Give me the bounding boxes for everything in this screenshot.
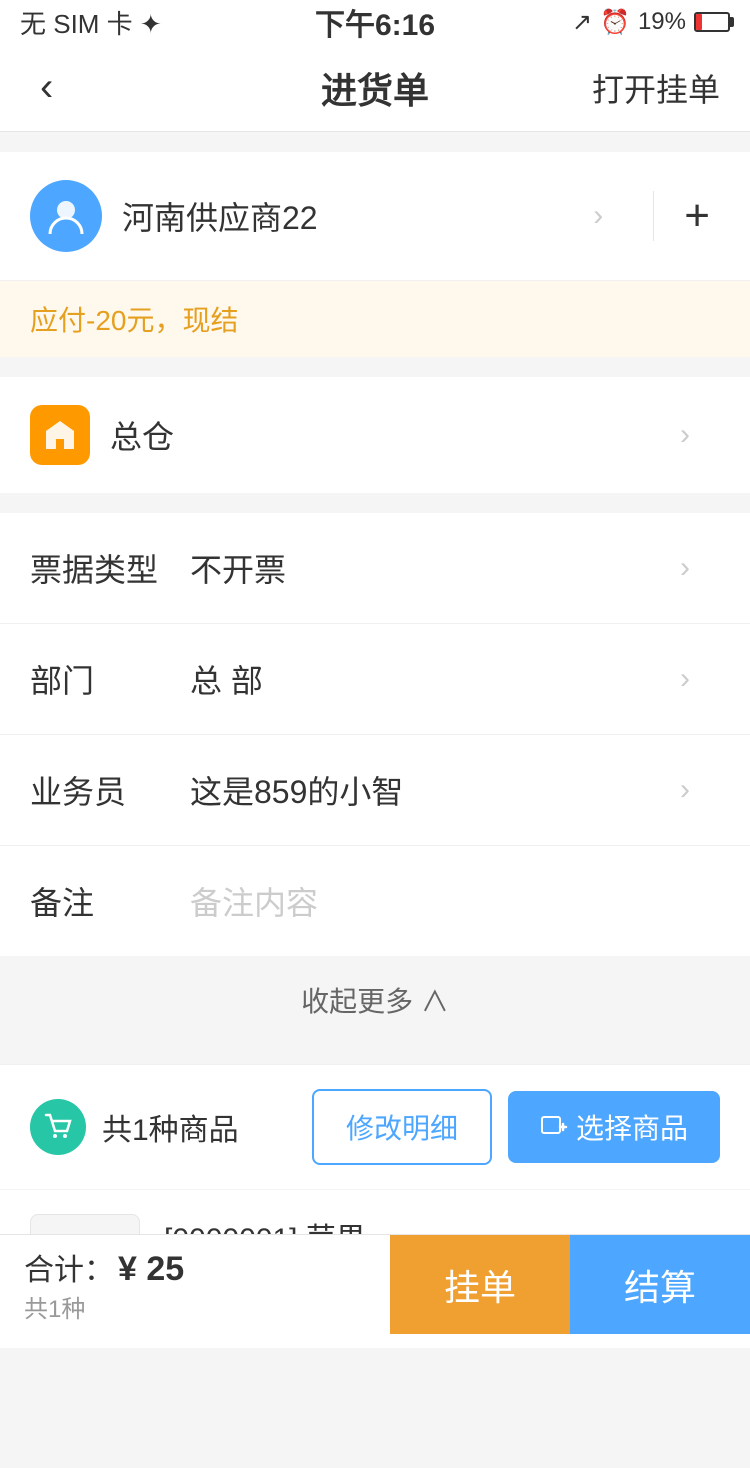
battery-text: 19% <box>638 8 686 36</box>
gap-3 <box>0 493 750 513</box>
form-section: 票据类型 不开票 › 部门 总 部 › 业务员 这是859的小智 › 备注 备注… <box>0 513 750 956</box>
warehouse-name: 总仓 <box>110 412 680 458</box>
page-title: 进货单 <box>321 62 429 114</box>
notice-bar: 应付-20元，现结 <box>0 281 750 357</box>
nav-bar: ‹ 进货单 打开挂单 <box>0 44 750 132</box>
open-hang-button[interactable]: 打开挂单 <box>592 65 720 111</box>
invoice-row[interactable]: 票据类型 不开票 › <box>0 513 750 624</box>
status-left: 无 SIM 卡 ✦ <box>20 4 162 41</box>
warehouse-icon <box>30 405 90 465</box>
supplier-row[interactable]: 河南供应商22 › + <box>0 152 750 281</box>
total-row: 合计： ¥ 25 <box>24 1245 366 1289</box>
hang-button[interactable]: 挂单 <box>390 1235 570 1334</box>
product-header: 共1种商品 修改明细 选择商品 <box>0 1064 750 1189</box>
total-value: ¥ 25 <box>118 1250 184 1289</box>
status-time: 下午6:16 <box>315 0 435 44</box>
remark-label: 备注 <box>30 878 170 924</box>
bottom-spacer <box>0 1348 750 1468</box>
invoice-chevron-icon: › <box>680 551 690 585</box>
staff-chevron-icon: › <box>680 773 690 807</box>
staff-row[interactable]: 业务员 这是859的小智 › <box>0 735 750 846</box>
select-product-button[interactable]: 选择商品 <box>508 1091 720 1163</box>
supplier-avatar <box>30 180 102 252</box>
dept-label: 部门 <box>30 656 170 702</box>
warehouse-row[interactable]: 总仓 › <box>0 377 750 493</box>
alarm-icon: ⏰ <box>600 8 630 37</box>
gap-2 <box>0 357 750 377</box>
remark-input[interactable]: 备注内容 <box>170 878 720 924</box>
dept-row[interactable]: 部门 总 部 › <box>0 624 750 735</box>
collapse-button[interactable]: 收起更多 ∧ <box>0 956 750 1044</box>
signal-text: 无 SIM 卡 ✦ <box>20 4 162 41</box>
total-label: 合计： <box>24 1245 114 1289</box>
staff-label: 业务员 <box>30 767 170 813</box>
battery-icon <box>694 12 730 32</box>
product-count-label: 共1种商品 <box>102 1105 312 1149</box>
remark-row[interactable]: 备注 备注内容 <box>0 846 750 956</box>
warehouse-section: 总仓 › <box>0 377 750 493</box>
dept-chevron-icon: › <box>680 662 690 696</box>
warehouse-chevron-icon: › <box>680 418 690 452</box>
supplier-name: 河南供应商22 <box>122 193 593 239</box>
invoice-value: 不开票 <box>170 545 680 591</box>
select-product-label: 选择商品 <box>576 1107 688 1147</box>
edit-detail-button[interactable]: 修改明细 <box>312 1089 492 1165</box>
gap-1 <box>0 132 750 152</box>
checkout-button[interactable]: 结算 <box>570 1235 750 1334</box>
staff-value: 这是859的小智 <box>170 767 680 813</box>
bottom-bar: 合计： ¥ 25 共1种 挂单 结算 <box>0 1234 750 1334</box>
add-supplier-button[interactable]: + <box>674 191 720 241</box>
total-section: 合计： ¥ 25 共1种 <box>0 1235 390 1334</box>
status-right: ↗ ⏰ 19% <box>572 8 730 37</box>
vertical-divider <box>653 191 654 241</box>
invoice-label: 票据类型 <box>30 545 170 591</box>
gap-4 <box>0 1044 750 1064</box>
location-icon: ↗ <box>572 8 592 37</box>
supplier-chevron-icon: › <box>593 199 603 233</box>
product-cart-icon <box>30 1099 86 1155</box>
total-sub-label: 共1种 <box>24 1289 366 1324</box>
back-button[interactable]: ‹ <box>30 55 63 120</box>
status-bar: 无 SIM 卡 ✦ 下午6:16 ↗ ⏰ 19% <box>0 0 750 44</box>
dept-value: 总 部 <box>170 656 680 702</box>
supplier-section: 河南供应商22 › + 应付-20元，现结 <box>0 152 750 357</box>
